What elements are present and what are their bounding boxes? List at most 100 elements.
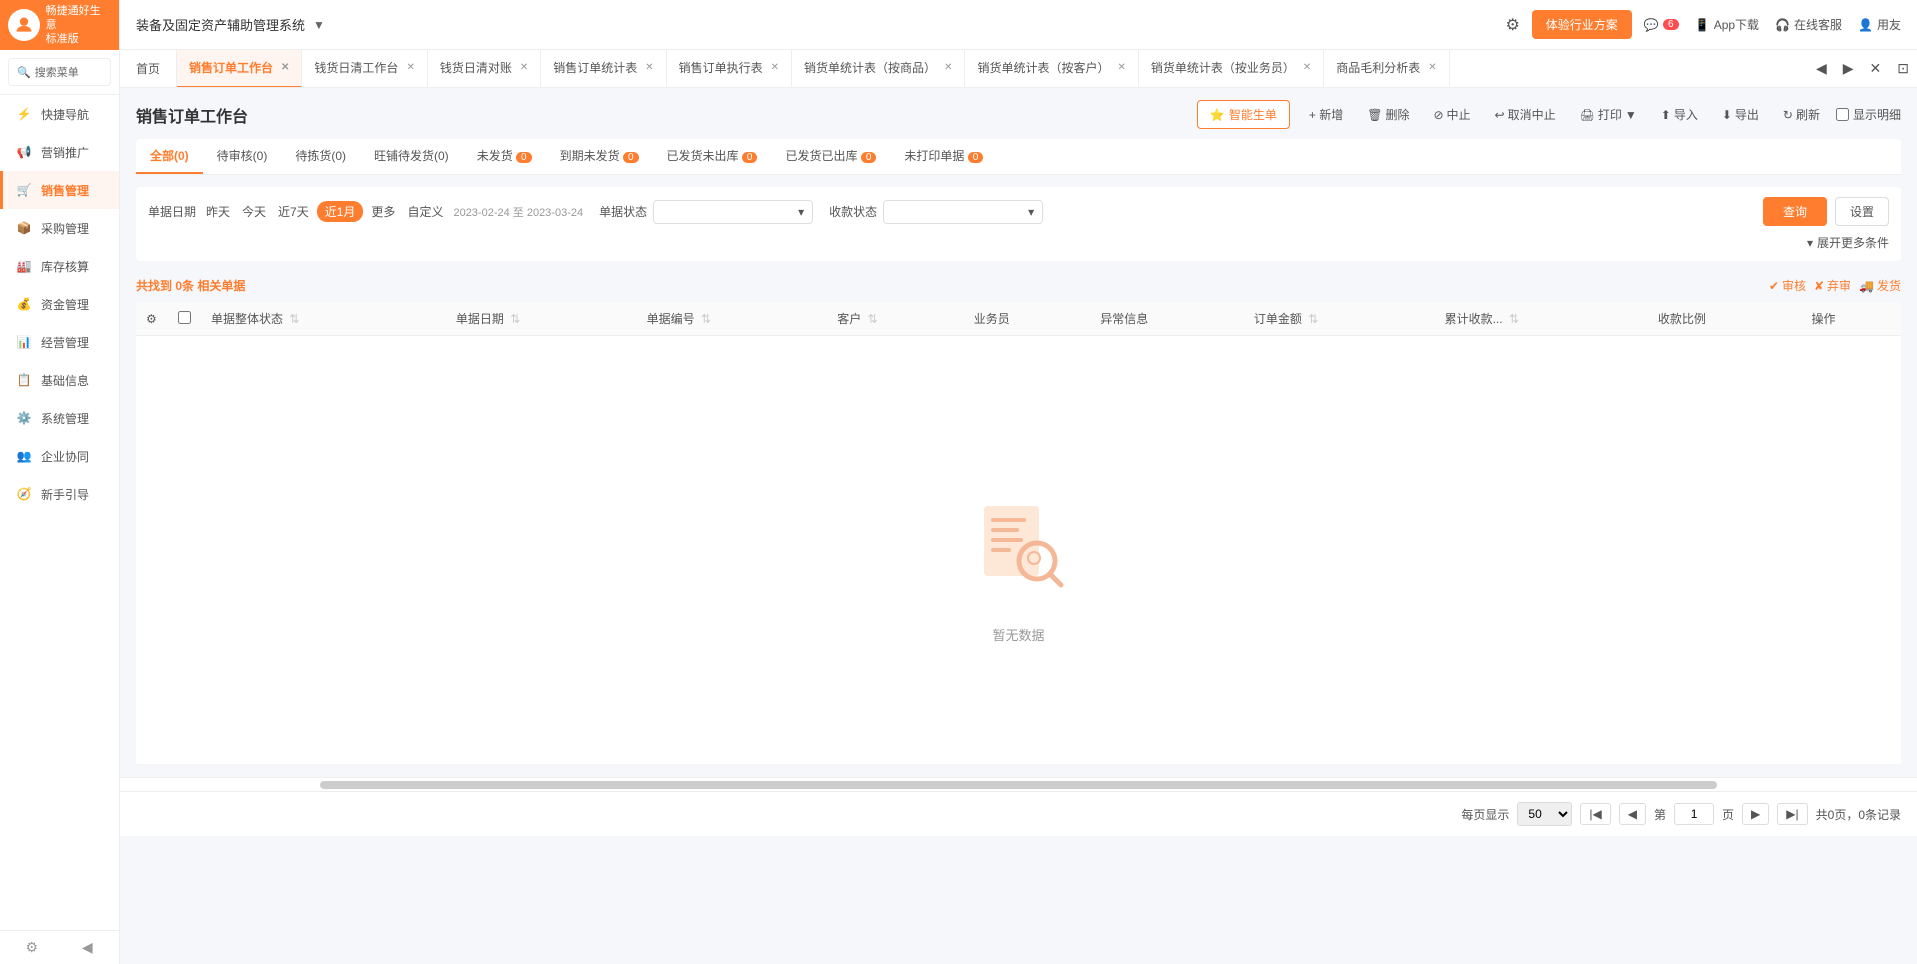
tab-home[interactable]: 首页 [120, 50, 177, 88]
close-tab-sales-exec[interactable]: ✕ [771, 62, 779, 73]
filter-status-select[interactable]: ▾ [653, 200, 813, 224]
export-button[interactable]: ⬇ 导出 [1714, 101, 1767, 128]
tab-nav-prev[interactable]: ◀ [1808, 56, 1835, 81]
tab-sales-sum-customer[interactable]: 销货单统计表（按客户） ✕ [965, 50, 1138, 88]
tab-gross-margin[interactable]: 商品毛利分析表 ✕ [1324, 50, 1449, 88]
sidebar-item-operations[interactable]: 📊 经营管理 [0, 323, 119, 361]
sidebar-settings-btn[interactable]: ⚙ [8, 939, 56, 956]
close-tab-sales-sum-product[interactable]: ✕ [944, 62, 952, 73]
page-input[interactable] [1674, 803, 1714, 825]
sidebar-item-finance[interactable]: 💰 资金管理 [0, 285, 119, 323]
sub-tab-wangpu[interactable]: 旺铺待发货(0) [360, 139, 463, 174]
sub-tab-shipped-not-out[interactable]: 已发货未出库 0 [653, 139, 772, 174]
scrollbar-thumb[interactable] [320, 781, 1717, 789]
expand-conditions-btn[interactable]: ▾ 展开更多条件 [1807, 234, 1889, 251]
sidebar-search[interactable]: 🔍 搜索菜单 [0, 50, 119, 95]
filter-date-today[interactable]: 今天 [238, 201, 270, 222]
cancel-review-btn[interactable]: ✘ 弃审 [1814, 277, 1851, 294]
delete-button[interactable]: 🗑 删除 [1359, 101, 1417, 128]
settings-icon[interactable]: ⚙ [146, 312, 157, 326]
select-all-checkbox[interactable] [178, 311, 191, 324]
filter-date-7days[interactable]: 近7天 [274, 201, 313, 222]
sidebar-item-enterprise[interactable]: 👥 企业协同 [0, 437, 119, 475]
sidebar-item-purchase[interactable]: 📦 采购管理 [0, 209, 119, 247]
per-page-select[interactable]: 10 20 50 100 [1517, 802, 1572, 826]
sub-tab-not-shipped[interactable]: 未发货 0 [463, 139, 546, 174]
close-tab-cash-daily[interactable]: ✕ [406, 62, 414, 73]
sidebar-item-basic[interactable]: 📋 基础信息 [0, 361, 119, 399]
filter-date-1month[interactable]: 近1月 [317, 201, 364, 222]
query-button[interactable]: 查询 [1763, 197, 1827, 226]
topbar-settings-btn[interactable]: ⚙ [1505, 15, 1519, 35]
pagination-first-btn[interactable]: |◀ [1580, 803, 1610, 825]
sidebar-item-sales[interactable]: 🛒 销售管理 [0, 171, 119, 209]
smart-create-button[interactable]: ⭐ 智能生单 [1197, 100, 1290, 129]
close-tab-sales-sum-customer[interactable]: ✕ [1117, 62, 1125, 73]
import-button[interactable]: ⬆ 导入 [1653, 101, 1706, 128]
pagination-next-btn[interactable]: ▶ [1742, 803, 1769, 825]
sidebar-item-quick-nav[interactable]: ⚡ 快捷导航 [0, 95, 119, 133]
tab-sales-sum-staff[interactable]: 销货单统计表（按业务员） ✕ [1139, 50, 1324, 88]
filter-payment-select[interactable]: ▾ [883, 200, 1043, 224]
refresh-icon: ↻ [1783, 108, 1793, 122]
message-btn[interactable]: 💬 6 [1644, 18, 1679, 32]
sort-status-icon[interactable]: ⇅ [289, 312, 299, 326]
sidebar-item-system[interactable]: ⚙️ 系统管理 [0, 399, 119, 437]
show-detail-checkbox-label[interactable]: 显示明细 [1836, 106, 1901, 123]
cancel-pause-button[interactable]: ↩ 取消中止 [1487, 101, 1564, 128]
pagination-prev-btn[interactable]: ◀ [1619, 803, 1646, 825]
tab-cash-reconcile[interactable]: 钱货日清对账 ✕ [428, 50, 541, 88]
pagination-last-btn[interactable]: ▶| [1777, 803, 1807, 825]
sort-customer-icon[interactable]: ⇅ [868, 312, 878, 326]
module-title: 装备及固定资产辅助管理系统 ▼ [136, 15, 1493, 34]
tab-nav-next[interactable]: ▶ [1835, 56, 1862, 81]
horizontal-scrollbar[interactable] [120, 777, 1917, 791]
tab-cash-daily[interactable]: 钱货日清工作台 ✕ [302, 50, 427, 88]
sidebar-item-inventory[interactable]: 🏭 库存核算 [0, 247, 119, 285]
tab-sales-exec[interactable]: 销售订单执行表 ✕ [667, 50, 792, 88]
sort-date-icon[interactable]: ⇅ [510, 312, 520, 326]
online-service-btn[interactable]: 🎧 在线客服 [1775, 16, 1842, 33]
module-dropdown-btn[interactable]: ▼ [313, 18, 325, 32]
sort-amount-icon[interactable]: ⇅ [1308, 312, 1318, 326]
filter-date-custom[interactable]: 自定义 [403, 201, 447, 222]
sub-tab-overdue-not-shipped[interactable]: 到期未发货 0 [546, 139, 653, 174]
close-tab-gross-margin[interactable]: ✕ [1428, 62, 1436, 73]
tab-close-all[interactable]: ✕ [1862, 56, 1890, 81]
solution-button[interactable]: 体验行业方案 [1532, 10, 1632, 39]
box-icon: 📦 [15, 219, 33, 237]
filter-date-more[interactable]: 更多 [367, 201, 399, 222]
close-tab-sales-sum-staff[interactable]: ✕ [1303, 62, 1311, 73]
filter-date: 单据日期 昨天 今天 近7天 近1月 更多 自定义 2023-02-24 至 2… [148, 201, 583, 222]
close-tab-sales-stat[interactable]: ✕ [645, 62, 653, 73]
sub-tab-pending-pickup[interactable]: 待拣货(0) [281, 139, 360, 174]
tab-sales-sum-product[interactable]: 销货单统计表（按商品） ✕ [792, 50, 965, 88]
sort-number-icon[interactable]: ⇅ [701, 312, 711, 326]
close-tab-cash-reconcile[interactable]: ✕ [520, 62, 528, 73]
total-records: 共0页，0条记录 [1816, 806, 1901, 823]
tab-maximize[interactable]: ⊡ [1889, 56, 1917, 81]
add-button[interactable]: + 新增 [1298, 101, 1351, 128]
app-download-btn[interactable]: 📱 App下载 [1695, 16, 1759, 33]
set-button[interactable]: 设置 [1835, 197, 1889, 226]
pause-button[interactable]: ⊘ 中止 [1425, 101, 1478, 128]
search-menu-button[interactable]: 🔍 搜索菜单 [8, 58, 111, 86]
sub-tab-not-printed[interactable]: 未打印单据 0 [890, 139, 997, 174]
sidebar-item-guide[interactable]: 🧭 新手引导 [0, 475, 119, 513]
review-action-btn[interactable]: ✔ 审核 [1769, 277, 1806, 294]
tab-sales-workbench[interactable]: 销售订单工作台 ✕ [177, 50, 302, 88]
sub-tab-all[interactable]: 全部(0) [136, 139, 203, 174]
filter-date-yesterday[interactable]: 昨天 [202, 201, 234, 222]
sidebar-item-marketing[interactable]: 📢 营销推广 [0, 133, 119, 171]
print-button[interactable]: 🖨 打印 ▼ [1572, 101, 1645, 128]
sub-tab-pending-review[interactable]: 待审核(0) [203, 139, 282, 174]
sub-tab-shipped-out[interactable]: 已发货已出库 0 [771, 139, 890, 174]
tab-sales-stat[interactable]: 销售订单统计表 ✕ [541, 50, 666, 88]
user-btn[interactable]: 👤 用友 [1858, 16, 1901, 33]
ship-action-btn[interactable]: 🚚 发货 [1859, 277, 1901, 294]
sort-received-icon[interactable]: ⇅ [1509, 312, 1519, 326]
refresh-button[interactable]: ↻ 刷新 [1775, 101, 1828, 128]
show-detail-checkbox[interactable] [1836, 108, 1849, 121]
sidebar-collapse-btn[interactable]: ◀ [64, 939, 112, 956]
close-tab-sales-workbench[interactable]: ✕ [281, 62, 289, 73]
